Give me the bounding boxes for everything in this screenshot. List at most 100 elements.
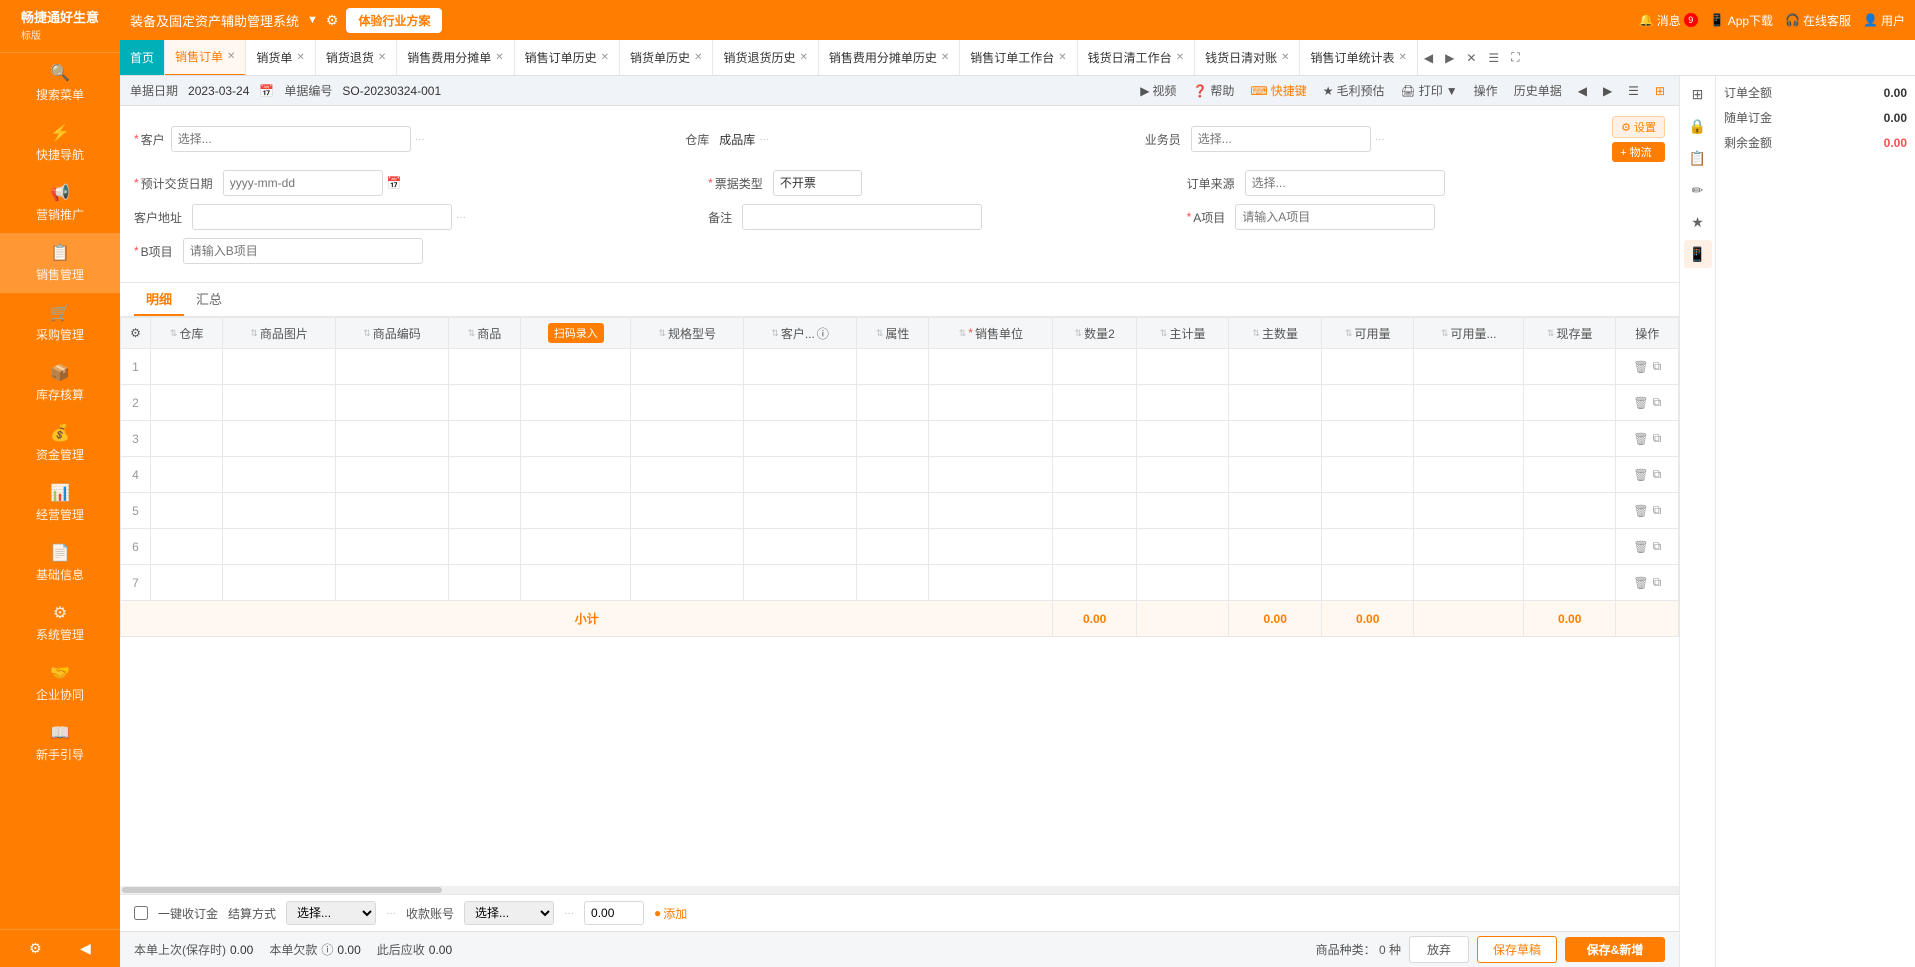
row-sku[interactable] xyxy=(336,349,449,385)
sidebar-item-purchase[interactable]: 🛒 采购管理 xyxy=(0,293,120,353)
sidebar-item-finance[interactable]: 💰 资金管理 xyxy=(0,413,120,473)
tab-close-icon[interactable]: ✕ xyxy=(799,52,807,63)
b-project-input[interactable] xyxy=(183,238,423,264)
side-action-2[interactable]: 🔒 xyxy=(1684,112,1712,140)
tab-close-icon[interactable]: ✕ xyxy=(1399,52,1407,63)
tab-expand-btn[interactable]: ⛶ xyxy=(1505,40,1525,76)
scroll-area[interactable] xyxy=(120,886,1679,894)
row-qty2[interactable] xyxy=(1053,349,1136,385)
settings-btn[interactable]: ⚙ 设置 xyxy=(1612,116,1665,138)
tab-sales-order[interactable]: 销售订单 ✕ xyxy=(165,40,246,76)
copy-icon[interactable]: ⧉ xyxy=(1653,467,1662,482)
copy-icon[interactable]: ⧉ xyxy=(1653,539,1662,554)
delete-icon[interactable]: 🗑 xyxy=(1633,468,1648,482)
sidebar-item-search[interactable]: 🔍 搜索菜单 xyxy=(0,53,120,113)
th-sku-code[interactable]: ⇅ 商品编码 xyxy=(336,318,449,349)
tab-close-icon[interactable]: ✕ xyxy=(378,52,386,63)
side-action-3[interactable]: 📋 xyxy=(1684,144,1712,172)
delete-icon[interactable]: 🗑 xyxy=(1633,504,1648,518)
user-btn[interactable]: 👤 用户 xyxy=(1863,12,1905,29)
tab-sales-stats[interactable]: 销售订单统计表 ✕ xyxy=(1300,40,1417,76)
sidebar-item-guide[interactable]: 📖 新手引导 xyxy=(0,713,120,773)
tab-prev-btn[interactable]: ◀ xyxy=(1418,40,1439,76)
nav-left-btn[interactable]: ◀ xyxy=(1574,82,1591,100)
print-btn[interactable]: 🖨 打印 ▼ xyxy=(1397,80,1462,101)
tab-menu-btn[interactable]: ☰ xyxy=(1482,40,1505,76)
th-product[interactable]: ⇅ 商品 xyxy=(448,318,520,349)
delivery-date-input[interactable] xyxy=(223,170,383,196)
th-available[interactable]: ⇅ 可用量 xyxy=(1321,318,1414,349)
copy-icon[interactable]: ⧉ xyxy=(1653,431,1662,446)
sidebar-item-quicknav[interactable]: ⚡ 快捷导航 xyxy=(0,113,120,173)
calendar-icon[interactable]: 📅 xyxy=(259,84,274,98)
tab-close-icon[interactable]: ✕ xyxy=(941,52,949,63)
nav-right-btn[interactable]: ▶ xyxy=(1599,82,1616,100)
scan-button[interactable]: 扫码录入 xyxy=(548,323,604,343)
th-warehouse[interactable]: ⇅ 仓库 xyxy=(151,318,223,349)
subtab-summary[interactable]: 汇总 xyxy=(184,283,234,316)
delete-icon[interactable]: 🗑 xyxy=(1633,360,1648,374)
tab-more-btn[interactable]: ✕ xyxy=(1460,40,1482,76)
account-select[interactable]: 选择... xyxy=(464,901,554,925)
history-btn[interactable]: 历史单据 xyxy=(1510,80,1566,101)
sidebar-item-cooperation[interactable]: 🤝 企业协同 xyxy=(0,653,120,713)
row-spec[interactable] xyxy=(631,349,744,385)
payment-method-select[interactable]: 选择... xyxy=(286,901,376,925)
subtab-detail[interactable]: 明细 xyxy=(134,283,184,316)
row-main-qty[interactable] xyxy=(1229,349,1322,385)
th-main-unit[interactable]: ⇅ 主计量 xyxy=(1136,318,1229,349)
th-spec[interactable]: ⇅ 规格型号 xyxy=(631,318,744,349)
collapse-icon[interactable]: ◀ xyxy=(80,940,91,957)
tab-close-icon[interactable]: ✕ xyxy=(495,52,503,63)
tab-sales-return[interactable]: 销货退货 ✕ xyxy=(316,40,397,76)
invoice-type-select[interactable]: 不开票 普通发票 增值税发票 xyxy=(773,170,862,196)
a-project-input[interactable] xyxy=(1235,204,1435,230)
account-expand-icon[interactable]: ··· xyxy=(564,908,574,919)
settings-bottom-icon[interactable]: ⚙ xyxy=(29,940,42,957)
tab-cash-reconcile[interactable]: 钱货日清对账 ✕ xyxy=(1195,40,1300,76)
app-download-btn[interactable]: 📱 App下载 xyxy=(1710,12,1773,29)
address-input[interactable] xyxy=(192,204,452,230)
list-view-btn[interactable]: ☰ xyxy=(1624,82,1643,100)
add-payment-btn[interactable]: ● 添加 xyxy=(654,905,687,922)
tab-return-history[interactable]: 销货退货历史 ✕ xyxy=(713,40,818,76)
tab-order-history[interactable]: 销售订单历史 ✕ xyxy=(515,40,620,76)
row-warehouse[interactable] xyxy=(151,349,223,385)
tab-sales-goods[interactable]: 销货单 ✕ xyxy=(246,40,315,76)
row-sales-unit[interactable] xyxy=(929,349,1053,385)
copy-icon[interactable]: ⧉ xyxy=(1653,359,1662,374)
delivery-calendar-icon[interactable]: 📅 xyxy=(387,176,402,190)
view-btn[interactable]: ▶ 视频 xyxy=(1136,80,1180,101)
delete-icon[interactable]: 🗑 xyxy=(1633,540,1648,554)
copy-icon[interactable]: ⧉ xyxy=(1653,575,1662,590)
tab-fee-history[interactable]: 销售费用分摊单历史 ✕ xyxy=(819,40,960,76)
online-service-btn[interactable]: 🎧 在线客服 xyxy=(1785,12,1851,29)
scroll-thumb[interactable] xyxy=(122,887,442,893)
sidebar-item-sales[interactable]: 📋 销售管理 xyxy=(0,233,120,293)
delete-icon[interactable]: 🗑 xyxy=(1633,576,1648,590)
save-new-button[interactable]: 保存&新增 xyxy=(1565,937,1665,962)
side-action-6[interactable]: 📱 xyxy=(1684,240,1712,268)
tab-close-icon[interactable]: ✕ xyxy=(296,52,304,63)
tab-close-icon[interactable]: ✕ xyxy=(227,51,235,62)
sidebar-item-operations[interactable]: 📊 经营管理 xyxy=(0,473,120,533)
sidebar-item-inventory[interactable]: 📦 库存核算 xyxy=(0,353,120,413)
discard-button[interactable]: 放弃 xyxy=(1409,936,1469,963)
row-attribute[interactable] xyxy=(857,349,929,385)
remark-input[interactable] xyxy=(742,204,982,230)
system-dropdown-icon[interactable]: ▼ xyxy=(307,14,318,26)
th-image[interactable]: ⇅ 商品图片 xyxy=(223,318,336,349)
tab-next-btn[interactable]: ▶ xyxy=(1439,40,1460,76)
th-customer-code[interactable]: ⇅ 客户... ⓘ xyxy=(744,318,857,349)
th-attribute[interactable]: ⇅ 属性 xyxy=(857,318,929,349)
delete-icon[interactable]: 🗑 xyxy=(1633,432,1648,446)
warehouse-expand-icon[interactable]: ··· xyxy=(759,134,769,145)
th-settings[interactable]: ⚙ xyxy=(121,318,151,349)
sidebar-item-system[interactable]: ⚙ 系统管理 xyxy=(0,593,120,653)
salesperson-expand-icon[interactable]: ··· xyxy=(1375,134,1385,145)
tab-cash-workbench[interactable]: 钱货日清工作台 ✕ xyxy=(1078,40,1195,76)
customer-input[interactable] xyxy=(171,126,411,152)
tab-close-icon[interactable]: ✕ xyxy=(601,52,609,63)
shortcut-btn[interactable]: ⌨ 快捷键 xyxy=(1246,80,1310,101)
th-sales-unit[interactable]: ⇅ *销售单位 xyxy=(929,318,1053,349)
